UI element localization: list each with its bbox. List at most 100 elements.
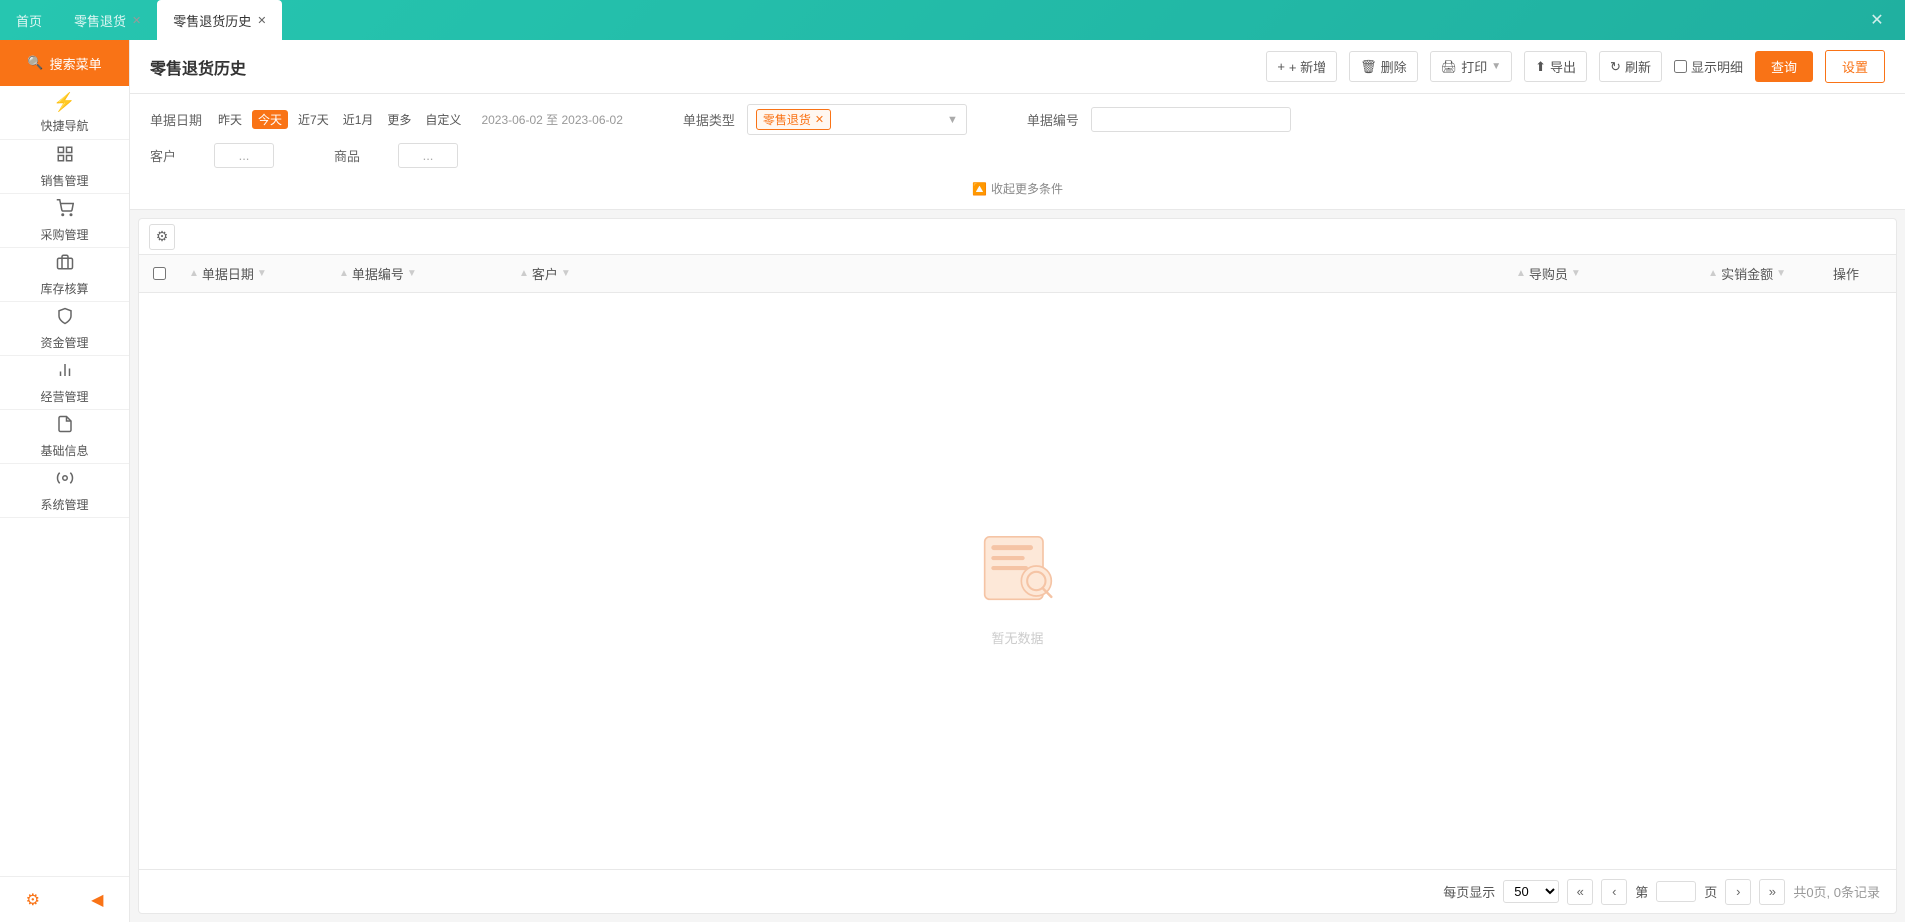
shortcut-yesterday[interactable]: 昨天 [214, 110, 246, 129]
inventory-icon [56, 253, 74, 276]
operations-icon [56, 361, 74, 384]
header-actions: + + 新增 🗑 删除 🖨 打印 ▼ ⬆ 导出 ↻ [1266, 50, 1885, 83]
setting-button[interactable]: 设置 [1825, 50, 1885, 83]
print-label: 打印 [1461, 57, 1487, 76]
th-guide[interactable]: ▲ 导购员 ▼ [1506, 264, 1666, 283]
sidebar-item-basic-info[interactable]: 基础信息 [0, 410, 129, 464]
export-button[interactable]: ⬆ 导出 [1524, 51, 1587, 82]
search-icon: 🔍 [27, 55, 43, 71]
shortcut-today[interactable]: 今天 [252, 110, 288, 129]
finance-icon [56, 307, 74, 330]
th-guide-label: 导购员 [1529, 264, 1568, 283]
sidebar-item-inventory[interactable]: 库存核算 [0, 248, 129, 302]
display-toggle-checkbox[interactable] [1674, 60, 1687, 73]
sidebar-toggle-btn[interactable]: ◀ [91, 890, 103, 910]
tab-home-label: 首页 [16, 11, 42, 30]
sidebar-item-finance[interactable]: 资金管理 [0, 302, 129, 356]
th-order-label: 单据编号 [352, 264, 404, 283]
type-tag: 零售退货 ✕ [756, 109, 831, 130]
filter-row-1: 单据日期 昨天 今天 近7天 近1月 更多 自定义 2023-06-02 至 2… [150, 104, 1885, 135]
query-button[interactable]: 查询 [1755, 51, 1813, 82]
empty-state: 暂无数据 [139, 293, 1896, 869]
tab-retail-return-history[interactable]: 零售退货历史 ✕ [157, 0, 282, 40]
sidebar-search[interactable]: 🔍 搜索菜单 [0, 40, 129, 86]
sidebar-item-purchase-label: 采购管理 [40, 226, 88, 243]
th-ops-label: 操作 [1833, 264, 1859, 283]
collapse-bar[interactable]: 🔼 收起更多条件 [150, 176, 1885, 199]
sort-asc-icon-guide: ▲ [1516, 268, 1526, 279]
refresh-icon: ↻ [1610, 59, 1621, 75]
delete-icon: 🗑 [1360, 59, 1377, 75]
purchase-icon [56, 199, 74, 222]
refresh-button[interactable]: ↻ 刷新 [1599, 51, 1662, 82]
sidebar-item-sales-label: 销售管理 [40, 172, 88, 189]
add-button[interactable]: + + 新增 [1266, 51, 1337, 82]
sort-desc-icon-order: ▼ [407, 268, 417, 279]
export-label: 导出 [1550, 57, 1576, 76]
th-order[interactable]: ▲ 单据编号 ▼ [329, 264, 509, 283]
customer-filter: 客户 ... [150, 143, 274, 168]
sidebar-item-inventory-label: 库存核算 [40, 280, 88, 297]
display-toggle[interactable]: 显示明细 [1674, 57, 1743, 76]
table-header: ▲ 单据日期 ▼ ▲ 单据编号 ▼ ▲ 客户 ▼ ▲ 导购员 ▼ [139, 255, 1896, 293]
customer-select-btn[interactable]: ... [214, 143, 274, 168]
sidebar-item-sales[interactable]: 销售管理 [0, 140, 129, 194]
sidebar-settings-btn[interactable]: ⚙ [26, 890, 40, 910]
shortcut-7days[interactable]: 近7天 [294, 110, 333, 129]
select-all-checkbox[interactable] [153, 267, 166, 280]
type-dropdown-icon: ▼ [947, 114, 958, 126]
window-close-button[interactable]: ✕ [1865, 8, 1889, 32]
th-customer[interactable]: ▲ 客户 ▼ [509, 264, 1506, 283]
order-no-filter: 单据编号 [1027, 107, 1291, 132]
empty-text: 暂无数据 [991, 628, 1043, 647]
sort-desc-icon-amount: ▼ [1776, 268, 1786, 279]
sidebar-item-basic-info-label: 基础信息 [40, 442, 88, 459]
shortcut-more[interactable]: 更多 [383, 110, 415, 129]
order-no-label: 单据编号 [1027, 110, 1083, 129]
filter-row-2: 客户 ... 商品 ... [150, 143, 1885, 168]
last-page-btn[interactable]: » [1759, 879, 1785, 905]
th-date-label: 单据日期 [202, 264, 254, 283]
sidebar-item-quick-nav[interactable]: ⚡ 快捷导航 [0, 86, 129, 140]
sidebar-item-operations[interactable]: 经营管理 [0, 356, 129, 410]
total-info: 共0页, 0条记录 [1793, 882, 1880, 901]
next-page-btn[interactable]: › [1725, 879, 1751, 905]
shortcut-custom[interactable]: 自定义 [421, 110, 465, 129]
top-bar: 首页 零售退货 ✕ 零售退货历史 ✕ ✕ [0, 0, 1905, 40]
current-page-input[interactable]: 1 [1656, 881, 1696, 902]
add-label: + 新增 [1289, 57, 1326, 76]
date-filter: 单据日期 昨天 今天 近7天 近1月 更多 自定义 2023-06-02 至 2… [150, 110, 623, 129]
sidebar-item-quick-nav-label: 快捷导航 [40, 117, 88, 134]
order-no-input[interactable] [1091, 107, 1291, 132]
goods-label: 商品 [334, 146, 390, 165]
th-date[interactable]: ▲ 单据日期 ▼ [179, 264, 329, 283]
delete-button[interactable]: 🗑 删除 [1349, 51, 1418, 82]
sidebar-item-finance-label: 资金管理 [40, 334, 88, 351]
quick-nav-icon: ⚡ [53, 92, 75, 113]
th-checkbox[interactable] [139, 267, 179, 280]
th-amount[interactable]: ▲ 实销金额 ▼ [1666, 264, 1796, 283]
goods-select-btn[interactable]: ... [398, 143, 458, 168]
type-filter-label: 单据类型 [683, 110, 739, 129]
page-size-label: 每页显示 [1443, 882, 1495, 901]
tab-retail-return[interactable]: 零售退货 ✕ [58, 0, 157, 40]
sales-icon [56, 145, 74, 168]
type-tag-close[interactable]: ✕ [815, 113, 824, 126]
sort-asc-icon-order: ▲ [339, 268, 349, 279]
page-size-select[interactable]: 50 10 20 100 [1503, 880, 1559, 903]
prev-page-btn[interactable]: ‹ [1601, 879, 1627, 905]
type-filter-select[interactable]: 零售退货 ✕ ▼ [747, 104, 967, 135]
table-settings-button[interactable]: ⚙ [149, 224, 175, 250]
tab-retail-return-history-close[interactable]: ✕ [257, 14, 266, 27]
type-filter: 单据类型 零售退货 ✕ ▼ [683, 104, 967, 135]
tab-home[interactable]: 首页 [0, 0, 58, 40]
sidebar-item-purchase[interactable]: 采购管理 [0, 194, 129, 248]
print-button[interactable]: 🖨 打印 ▼ [1430, 51, 1512, 82]
tab-retail-return-close[interactable]: ✕ [132, 14, 141, 27]
first-page-btn[interactable]: « [1567, 879, 1593, 905]
th-amount-label: 实销金额 [1721, 264, 1773, 283]
sort-asc-icon-customer: ▲ [519, 268, 529, 279]
sidebar-item-system[interactable]: 系统管理 [0, 464, 129, 518]
sort-desc-icon-guide: ▼ [1571, 268, 1581, 279]
shortcut-1month[interactable]: 近1月 [339, 110, 378, 129]
